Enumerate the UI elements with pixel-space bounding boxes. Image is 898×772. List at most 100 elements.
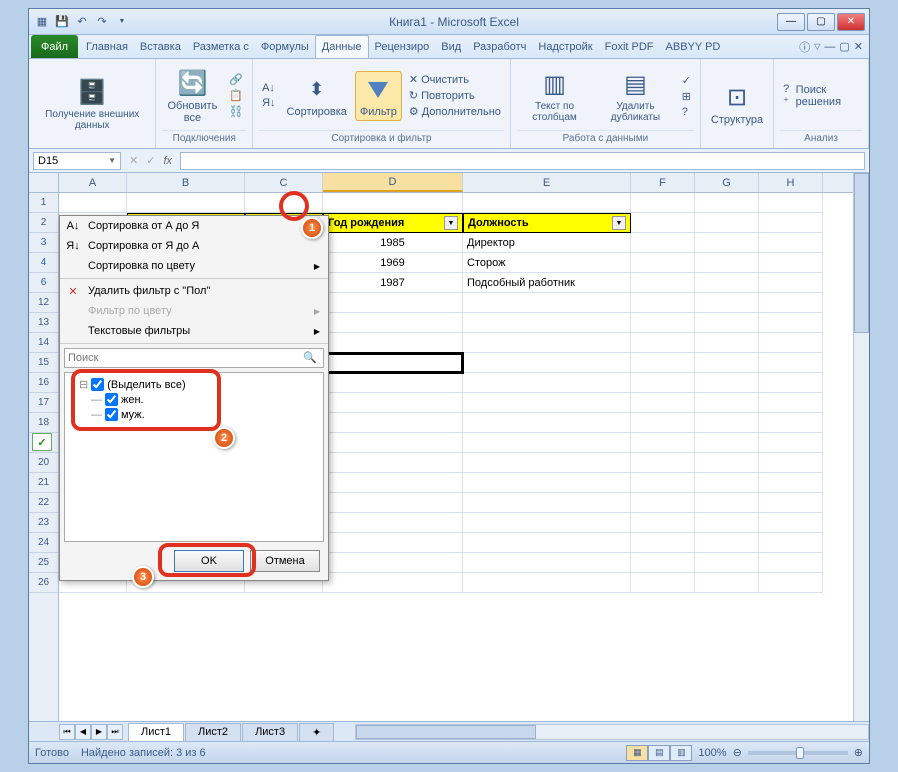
cell[interactable] (759, 233, 823, 253)
column-header[interactable]: D (323, 173, 463, 192)
row-header[interactable]: 25 (29, 553, 58, 573)
cell[interactable] (631, 193, 695, 213)
table-header-cell[interactable]: Должность▼ (463, 213, 631, 233)
ribbon-tab[interactable]: Данные (315, 35, 369, 58)
cell[interactable] (463, 193, 631, 213)
close-button[interactable]: ✕ (837, 13, 865, 31)
cell[interactable] (631, 253, 695, 273)
ribbon-tab[interactable]: Вставка (134, 35, 187, 58)
new-sheet-button[interactable]: ✦ (299, 723, 334, 741)
filter-dropdown-button[interactable]: ▼ (612, 216, 626, 230)
search-icon[interactable]: 🔍 (297, 349, 323, 367)
row-header[interactable]: 13 (29, 313, 58, 333)
cell[interactable] (631, 293, 695, 313)
filter-dropdown-button[interactable]: ▼ (444, 216, 458, 230)
cell[interactable] (631, 453, 695, 473)
cell[interactable] (631, 373, 695, 393)
cell[interactable] (695, 513, 759, 533)
cell[interactable] (759, 453, 823, 473)
cell[interactable] (759, 373, 823, 393)
active-cell[interactable] (322, 352, 464, 374)
row-header[interactable]: 17 (29, 393, 58, 413)
cell[interactable] (323, 373, 463, 393)
outline-button[interactable]: ⊡ Структура (707, 80, 767, 128)
cell[interactable] (631, 533, 695, 553)
ribbon-tab[interactable]: Разработч (467, 35, 532, 58)
text-filters-item[interactable]: Текстовые фильтры▶ (60, 321, 328, 341)
cell[interactable] (759, 553, 823, 573)
cell[interactable] (463, 313, 631, 333)
cell[interactable] (463, 573, 631, 593)
connections-button[interactable]: 🔗 (226, 72, 246, 87)
ribbon-tab[interactable]: Рецензиро (369, 35, 436, 58)
cell[interactable] (759, 513, 823, 533)
row-header[interactable]: 6 (29, 273, 58, 293)
cell[interactable] (631, 333, 695, 353)
row-header[interactable]: 22 (29, 493, 58, 513)
ribbon-tab[interactable]: Вид (435, 35, 467, 58)
select-all-corner[interactable] (29, 173, 59, 193)
cell[interactable] (323, 433, 463, 453)
ribbon-tab[interactable]: Foxit PDF (599, 35, 660, 58)
cell[interactable] (631, 493, 695, 513)
sort-asc-item[interactable]: A↓Сортировка от А до Я (60, 216, 328, 236)
cell[interactable] (323, 413, 463, 433)
row-header[interactable]: 20 (29, 453, 58, 473)
refresh-all-button[interactable]: 🔄 Обновить все (162, 66, 222, 126)
row-header[interactable]: 3 (29, 233, 58, 253)
doc-close-icon[interactable]: ✕ (854, 40, 863, 53)
data-cell[interactable]: 1985 (323, 233, 463, 253)
row-header[interactable]: 1 (29, 193, 58, 213)
cell[interactable] (759, 333, 823, 353)
cell[interactable] (695, 533, 759, 553)
cell[interactable] (463, 393, 631, 413)
cell[interactable] (463, 333, 631, 353)
column-header[interactable]: F (631, 173, 695, 192)
cell[interactable] (695, 573, 759, 593)
zoom-in-button[interactable]: ⊕ (854, 746, 863, 759)
cell[interactable] (695, 253, 759, 273)
tab-nav-last[interactable]: ⏭ (107, 724, 123, 740)
enter-formula-icon[interactable]: ✓ (146, 154, 155, 167)
filter-button[interactable]: Фильтр (355, 71, 402, 121)
cell[interactable] (631, 353, 695, 373)
name-box[interactable]: D15 ▼ (33, 152, 121, 170)
data-cell[interactable]: 1987 (323, 273, 463, 293)
ribbon-tab[interactable]: Надстройк (532, 35, 598, 58)
cell[interactable] (323, 533, 463, 553)
tab-nav-first[interactable]: ⏮ (59, 724, 75, 740)
cell[interactable] (759, 413, 823, 433)
cell[interactable] (695, 493, 759, 513)
zoom-level[interactable]: 100% (698, 747, 726, 759)
cell[interactable] (323, 453, 463, 473)
row-header[interactable]: 16 (29, 373, 58, 393)
cell[interactable] (695, 213, 759, 233)
row-header[interactable]: 21 (29, 473, 58, 493)
cell[interactable] (695, 193, 759, 213)
cell[interactable] (245, 193, 323, 213)
data-cell[interactable]: Директор (463, 233, 631, 253)
column-header[interactable]: G (695, 173, 759, 192)
column-header[interactable]: C (245, 173, 323, 192)
cell[interactable] (463, 553, 631, 573)
cell[interactable] (759, 573, 823, 593)
table-header-cell[interactable]: Год рождения▼ (323, 213, 463, 233)
external-data-button[interactable]: 🗄️ Получение внешних данных (35, 75, 149, 133)
cell[interactable] (631, 233, 695, 253)
cell[interactable] (127, 193, 245, 213)
properties-button[interactable]: 📋 (226, 88, 246, 103)
cell[interactable] (463, 353, 631, 373)
data-cell[interactable]: 1969 (323, 253, 463, 273)
cell[interactable] (759, 353, 823, 373)
doc-restore-icon[interactable]: ▢ (839, 40, 849, 53)
text-to-columns-button[interactable]: ▥ Текст по столбцам (517, 67, 592, 125)
reapply-button[interactable]: ↻Повторить (406, 88, 504, 103)
row-header[interactable]: 18 (29, 413, 58, 433)
clear-filter-button[interactable]: ✕Очистить (406, 72, 504, 87)
cell[interactable] (323, 393, 463, 413)
page-break-view-button[interactable]: ▥ (670, 745, 692, 761)
cell[interactable] (631, 273, 695, 293)
ribbon-tab[interactable]: ABBYY PD (660, 35, 727, 58)
solver-button[interactable]: ?⁺ Поиск решения (780, 82, 862, 109)
cell[interactable] (695, 313, 759, 333)
